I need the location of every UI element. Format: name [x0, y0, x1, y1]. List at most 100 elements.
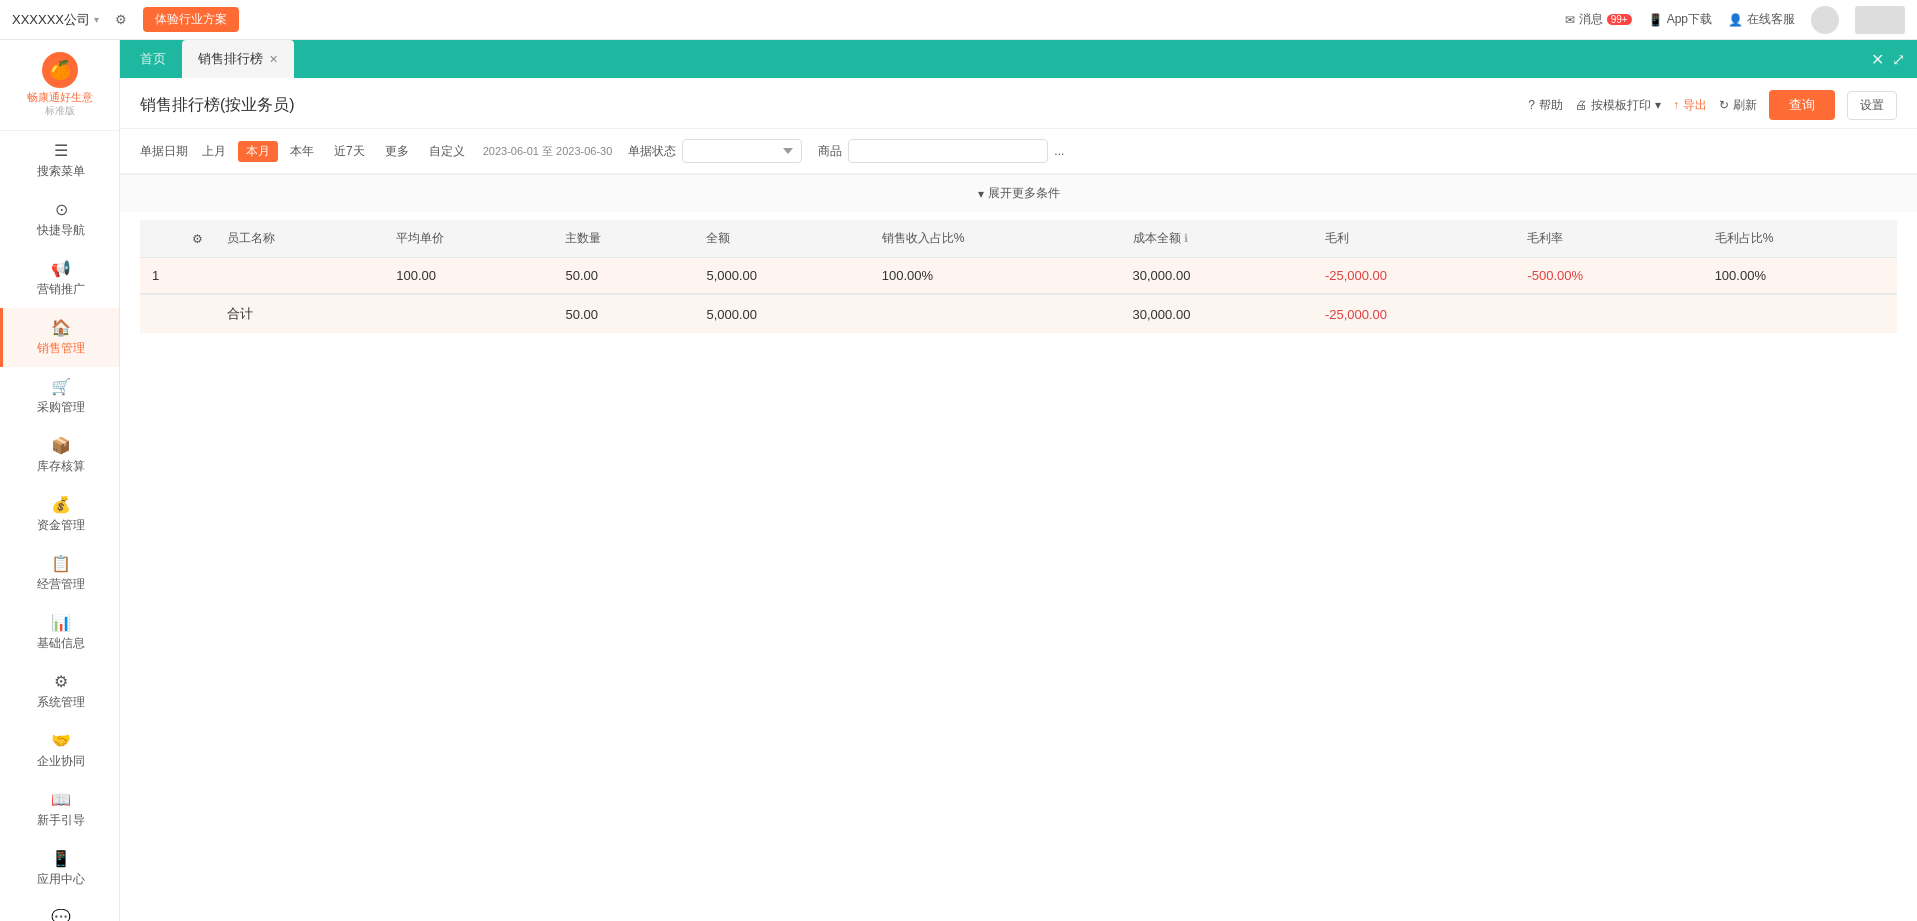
- tab-close-sales-ranking[interactable]: ✕: [269, 53, 278, 66]
- sidebar-icon-quick-nav: ⊙: [55, 200, 68, 219]
- sidebar-item-search[interactable]: ☰ 搜索菜单: [0, 131, 119, 190]
- sidebar-item-enterprise-wechat[interactable]: 💬 企业微信: [0, 898, 119, 921]
- sidebar-icon-search: ☰: [54, 141, 68, 160]
- template-print-button[interactable]: 🖨 按模板打印 ▾: [1575, 97, 1661, 114]
- date-tab-上月[interactable]: 上月: [194, 141, 234, 162]
- logo-sub: 标准版: [45, 104, 75, 118]
- col-settings[interactable]: ⚙: [180, 220, 215, 258]
- tab-bar: 首页销售排行榜 ✕ ✕ ⤢: [120, 40, 1917, 78]
- sidebar-icon-purchase: 🛒: [51, 377, 71, 396]
- app-download-label: App下载: [1667, 11, 1712, 28]
- date-tab-近7天[interactable]: 近7天: [326, 141, 373, 162]
- table-row: 1 100.00 50.00 5,000.00 100.00% 30,000.0…: [140, 258, 1897, 295]
- tab-label-sales-ranking: 销售排行榜: [198, 50, 263, 68]
- sidebar-item-app-center[interactable]: 📱 应用中心: [0, 839, 119, 898]
- trial-button[interactable]: 体验行业方案: [143, 7, 239, 32]
- footer-label: [140, 294, 180, 333]
- sidebar-item-enterprise-collab[interactable]: 🤝 企业协同: [0, 721, 119, 780]
- tab-expand-icon[interactable]: ⤢: [1892, 50, 1905, 69]
- inner-page: 销售排行榜(按业务员) ? 帮助 🖨 按模板打印 ▾ ↑: [120, 78, 1917, 921]
- sidebar-label-enterprise-collab: 企业协同: [37, 753, 85, 770]
- col-quantity: 主数量: [553, 220, 694, 258]
- footer-settings: [180, 294, 215, 333]
- footer-total: 5,000.00: [694, 294, 869, 333]
- sidebar-icon-system: ⚙: [54, 672, 68, 691]
- expand-row: ▾ 展开更多条件: [120, 174, 1917, 212]
- cell-cost-total: 30,000.00: [1121, 258, 1313, 295]
- col-gross-profit: 毛利: [1313, 220, 1516, 258]
- tab-sales-ranking[interactable]: 销售排行榜 ✕: [182, 40, 294, 78]
- sidebar-item-funds[interactable]: 💰 资金管理: [0, 485, 119, 544]
- app-download-button[interactable]: 📱 App下载: [1648, 11, 1712, 28]
- date-tab-本年[interactable]: 本年: [282, 141, 322, 162]
- export-icon: ↑: [1673, 98, 1679, 112]
- date-tab-本月[interactable]: 本月: [238, 141, 278, 162]
- main-layout: 🍊 畅康通好生意 标准版 ☰ 搜索菜单 ⊙ 快捷导航 📢 营销推广 🏠 销售管理…: [0, 40, 1917, 921]
- online-service-label: 在线客服: [1747, 11, 1795, 28]
- goods-filter-input[interactable]: [848, 139, 1048, 163]
- user-name[interactable]: [1855, 6, 1905, 34]
- date-tab-更多[interactable]: 更多: [377, 141, 417, 162]
- tab-home[interactable]: 首页: [124, 40, 182, 78]
- page-header: 销售排行榜(按业务员) ? 帮助 🖨 按模板打印 ▾ ↑: [120, 78, 1917, 129]
- query-button[interactable]: 查询: [1769, 90, 1835, 120]
- sidebar-item-purchase[interactable]: 🛒 采购管理: [0, 367, 119, 426]
- sidebar-label-app-center: 应用中心: [37, 871, 85, 888]
- date-tab-自定义[interactable]: 自定义: [421, 141, 473, 162]
- refresh-button[interactable]: ↻ 刷新: [1719, 97, 1757, 114]
- company-chevron-icon: ▾: [94, 14, 99, 25]
- sidebar-item-guide[interactable]: 📖 新手引导: [0, 780, 119, 839]
- cell-gross-rate: -500.00%: [1515, 258, 1702, 295]
- sidebar-label-system: 系统管理: [37, 694, 85, 711]
- settings-button[interactable]: 设置: [1847, 91, 1897, 120]
- topbar-settings-button[interactable]: ⚙: [107, 6, 135, 34]
- avatar[interactable]: [1811, 6, 1839, 34]
- help-button[interactable]: ? 帮助: [1528, 97, 1563, 114]
- status-filter-group: 单据状态: [628, 139, 802, 163]
- company-selector[interactable]: XXXXXX公司 ▾: [12, 11, 99, 29]
- sidebar-icon-enterprise-wechat: 💬: [51, 908, 71, 921]
- sidebar-icon-app-center: 📱: [51, 849, 71, 868]
- sidebar-nav: ☰ 搜索菜单 ⊙ 快捷导航 📢 营销推广 🏠 销售管理 🛒 采购管理 📦 库存核…: [0, 131, 119, 921]
- sidebar-label-purchase: 采购管理: [37, 399, 85, 416]
- footer-total-label: 合计: [215, 294, 384, 333]
- cell-avg-price: 100.00: [384, 258, 553, 295]
- cell-settings: [180, 258, 215, 295]
- online-service-button[interactable]: 👤 在线客服: [1728, 11, 1795, 28]
- sidebar-label-sales: 销售管理: [37, 340, 85, 357]
- expand-button[interactable]: ▾ 展开更多条件: [958, 179, 1080, 208]
- sidebar-item-quick-nav[interactable]: ⊙ 快捷导航: [0, 190, 119, 249]
- export-button[interactable]: ↑ 导出: [1673, 97, 1707, 114]
- sidebar-item-system[interactable]: ⚙ 系统管理: [0, 662, 119, 721]
- goods-filter-group: 商品 ...: [818, 139, 1064, 163]
- sidebar-icon-funds: 💰: [51, 495, 71, 514]
- sidebar-label-marketing: 营销推广: [37, 281, 85, 298]
- sidebar-icon-marketing: 📢: [51, 259, 71, 278]
- cell-gross-profit: -25,000.00: [1313, 258, 1516, 295]
- sidebar-item-marketing[interactable]: 📢 营销推广: [0, 249, 119, 308]
- sidebar-item-sales[interactable]: 🏠 销售管理: [0, 308, 119, 367]
- sidebar-item-inventory[interactable]: 📦 库存核算: [0, 426, 119, 485]
- date-filter-group: 单据日期 上月本月本年近7天更多自定义 2023-06-01 至 2023-06…: [140, 141, 612, 162]
- date-range: 2023-06-01 至 2023-06-30: [483, 144, 613, 159]
- table-header: ⚙ 员工名称 平均单价 主数量 全额 销售收入占比% 成本全额 ℹ 毛利 毛利率…: [140, 220, 1897, 258]
- sidebar-item-operations[interactable]: 📋 经营管理: [0, 544, 119, 603]
- logo-icon: 🍊: [42, 52, 78, 88]
- tab-close-all-icon[interactable]: ✕: [1871, 50, 1884, 69]
- col-gross-rate: 毛利率: [1515, 220, 1702, 258]
- footer-sales-pct: [870, 294, 1121, 333]
- company-name: XXXXXX公司: [12, 11, 90, 29]
- more-filter-button[interactable]: ...: [1054, 144, 1064, 158]
- sidebar-item-base-info[interactable]: 📊 基础信息: [0, 603, 119, 662]
- sidebar-icon-guide: 📖: [51, 790, 71, 809]
- tab-bar-actions: ✕ ⤢: [1871, 50, 1913, 69]
- col-employee: 员工名称: [215, 220, 384, 258]
- expand-label: 展开更多条件: [988, 185, 1060, 202]
- message-button[interactable]: ✉ 消息 99+: [1565, 11, 1632, 28]
- filter-bar: 单据日期 上月本月本年近7天更多自定义 2023-06-01 至 2023-06…: [120, 129, 1917, 174]
- status-filter-select[interactable]: [682, 139, 802, 163]
- message-label: 消息: [1579, 11, 1603, 28]
- print-icon: 🖨: [1575, 98, 1587, 112]
- date-filter-label: 单据日期: [140, 143, 188, 160]
- sidebar-label-funds: 资金管理: [37, 517, 85, 534]
